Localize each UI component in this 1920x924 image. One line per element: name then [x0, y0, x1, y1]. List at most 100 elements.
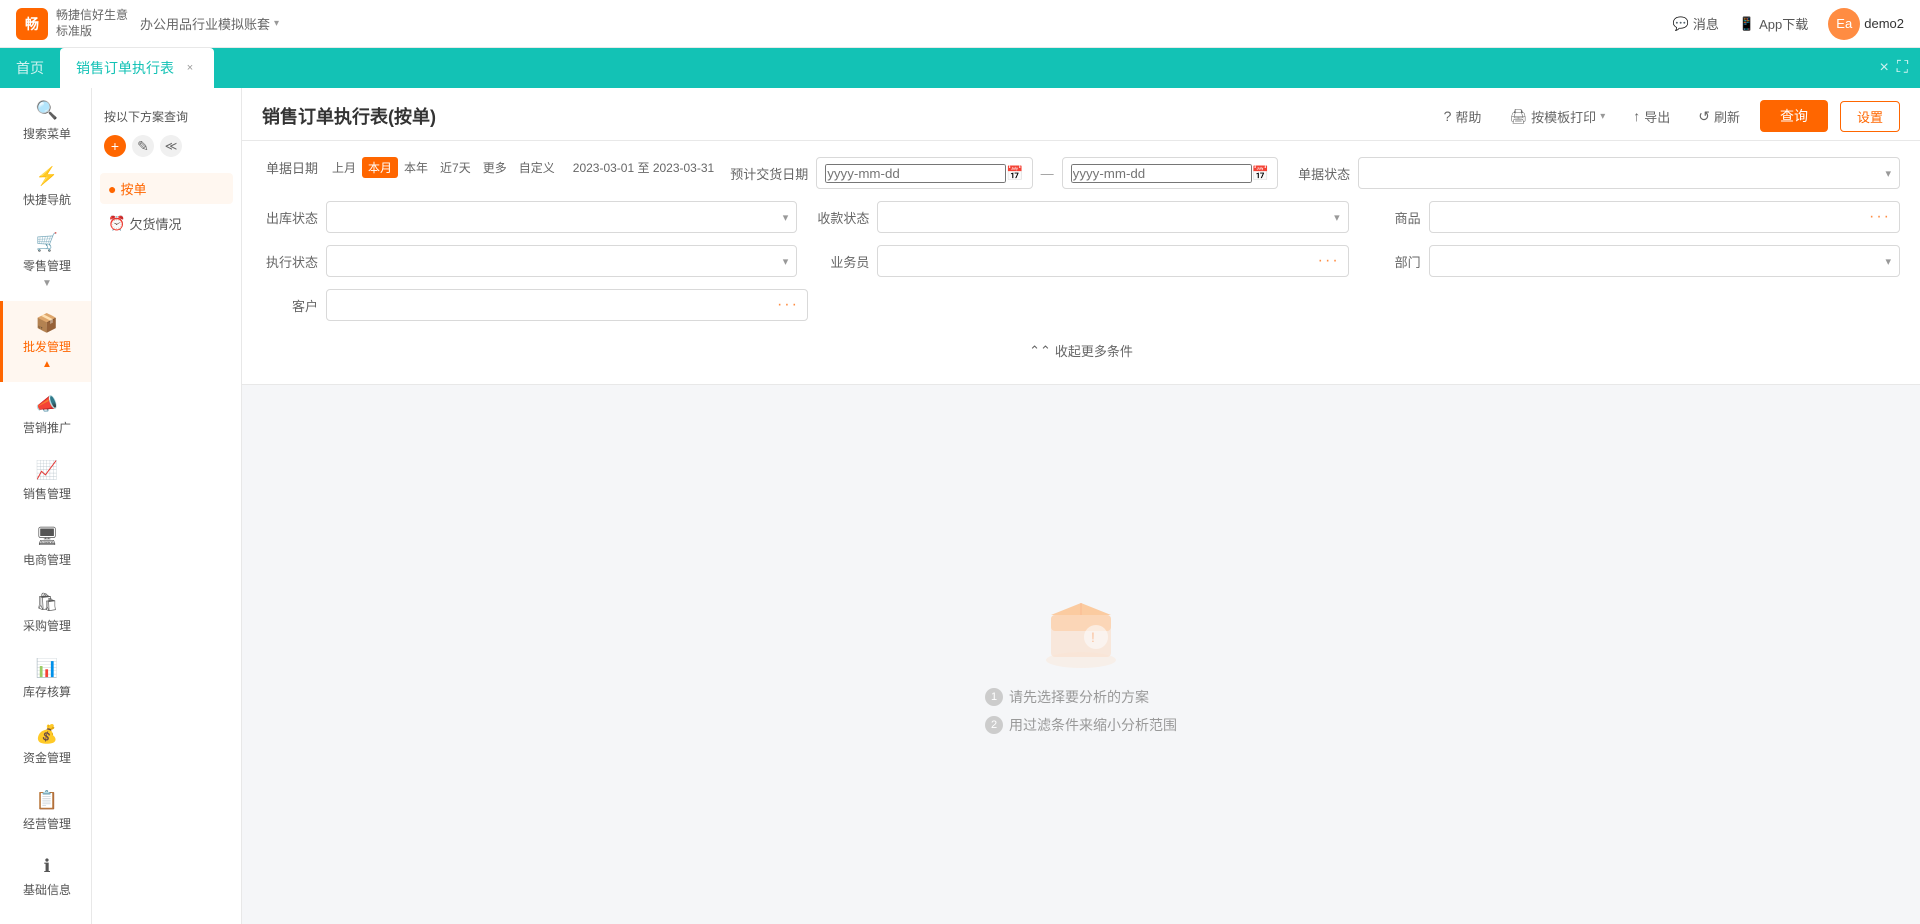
dept-label: 部门 [1365, 252, 1421, 271]
salesperson-more-icon[interactable]: ··· [1318, 252, 1340, 270]
exec-status-select[interactable]: ▾ [326, 245, 797, 277]
delivery-dropdown-icon: ▾ [783, 211, 789, 224]
help-icon: ? [1444, 108, 1452, 124]
debt-icon: ⏰ [108, 215, 125, 232]
estimated-date-start-input[interactable] [825, 164, 1006, 183]
customer-select[interactable]: ··· [326, 289, 808, 321]
tip-num-2: 2 [985, 716, 1003, 734]
collapse-scheme-button[interactable]: ≪ [160, 135, 182, 157]
exec-status-input[interactable] [335, 254, 783, 269]
filter-salesperson: 业务员 ··· [813, 245, 1348, 277]
tab-close-icon[interactable]: × [182, 60, 198, 76]
salesperson-select[interactable]: ··· [877, 245, 1348, 277]
add-scheme-button[interactable]: + [104, 135, 126, 157]
doc-status-input[interactable] [1367, 166, 1885, 181]
main-layout: 🔍 搜索菜单 ⚡ 快捷导航 🛒 零售管理 ▼ 📦 批发管理 ▲ 📣 营销推广 📈… [0, 88, 1920, 924]
sidebar-item-basic[interactable]: ℹ 基础信息 [0, 844, 91, 910]
sidebar-item-finance[interactable]: 💰 资金管理 [0, 712, 91, 778]
empty-tips: 1 请先选择要分析的方案 2 用过滤条件来缩小分析范围 [985, 687, 1177, 735]
sub-item-debt[interactable]: ⏰ 欠货情况 [100, 208, 233, 239]
filter-row-2: 出库状态 ▾ 收款状态 ▾ 商品 [262, 201, 1900, 233]
filter-dept: 部门 ▾ [1365, 245, 1900, 277]
filter-product: 商品 ··· [1365, 201, 1900, 233]
settings-button[interactable]: 设置 [1840, 101, 1900, 132]
period-custom[interactable]: 自定义 [513, 157, 561, 178]
period-more[interactable]: 更多 [477, 157, 513, 178]
tab-close-all-icon[interactable]: × [1879, 59, 1888, 77]
filter-area: 单据日期 上月 本月 本年 近7天 更多 自定义 2023-03-01 至 20… [242, 141, 1920, 385]
quick-nav-icon: ⚡ [36, 166, 58, 187]
export-button[interactable]: ↑ 导出 [1625, 103, 1678, 130]
sidebar-item-inventory[interactable]: 📊 库存核算 [0, 646, 91, 712]
message-icon: 💬 [1673, 16, 1689, 32]
template-print-button[interactable]: 🖨 按模板打印 ▾ [1501, 103, 1613, 130]
customer-more-icon[interactable]: ··· [777, 296, 799, 314]
dept-select[interactable]: ▾ [1429, 245, 1900, 277]
ecommerce-icon: 🖥 [36, 526, 59, 547]
filter-customer: 客户 ··· [262, 289, 808, 321]
period-this-year[interactable]: 本年 [398, 157, 434, 178]
user-profile[interactable]: Ea demo2 [1828, 8, 1904, 40]
tab-sales-order[interactable]: 销售订单执行表 × [60, 48, 214, 88]
logo-area: 畅 畅捷信好生意 标准版 [16, 8, 128, 40]
query-button[interactable]: 查询 [1760, 100, 1828, 132]
help-button[interactable]: ? 帮助 [1436, 103, 1490, 130]
header-right: 💬 消息 📱 App下载 Ea demo2 [1673, 8, 1904, 40]
estimated-date-end[interactable]: 📅 [1062, 157, 1278, 189]
app-download-button[interactable]: 📱 App下载 [1739, 14, 1808, 33]
delivery-status-input[interactable] [335, 210, 783, 225]
period-last-month[interactable]: 上月 [326, 157, 362, 178]
period-7days[interactable]: 近7天 [434, 157, 477, 178]
sidebar-item-purchase[interactable]: 🛍 采购管理 [0, 580, 91, 646]
estimated-date-start[interactable]: 📅 [816, 157, 1032, 189]
edit-scheme-button[interactable]: ✎ [132, 135, 154, 157]
page-title: 销售订单执行表(按单) [262, 103, 436, 129]
payment-dropdown-icon: ▾ [1334, 211, 1340, 224]
tab-home[interactable]: 首页 [0, 48, 60, 88]
doc-status-select[interactable]: ▾ [1358, 157, 1900, 189]
sub-item-order[interactable]: ● 按单 [100, 173, 233, 204]
sidebar-item-search[interactable]: 🔍 搜索菜单 [0, 88, 91, 154]
empty-illustration: ! [1031, 575, 1131, 675]
sidebar-item-wholesale[interactable]: 📦 批发管理 ▲ [0, 301, 91, 382]
doc-status-label: 单据状态 [1294, 164, 1350, 183]
payment-status-input[interactable] [886, 210, 1334, 225]
wholesale-icon: 📦 [36, 313, 58, 334]
product-select[interactable]: ··· [1429, 201, 1900, 233]
product-input[interactable] [1438, 210, 1869, 225]
sidebar-item-sales[interactable]: 📈 销售管理 [0, 448, 91, 514]
tip-num-1: 1 [985, 688, 1003, 706]
page-actions: ? 帮助 🖨 按模板打印 ▾ ↑ 导出 ↺ 刷新 查询 设置 [1436, 100, 1900, 132]
logo-icon: 畅 [16, 8, 48, 40]
sub-sidebar-label: 按以下方案查询 + ✎ ≪ [92, 100, 241, 173]
sidebar-item-marketing[interactable]: 📣 营销推广 [0, 382, 91, 448]
product-more-icon[interactable]: ··· [1869, 208, 1891, 226]
delivery-status-label: 出库状态 [262, 208, 318, 227]
payment-status-select[interactable]: ▾ [877, 201, 1348, 233]
filter-estimated-date: 预计交货日期 📅 — 📅 [730, 157, 1278, 189]
period-this-month[interactable]: 本月 [362, 157, 398, 178]
tab-expand-icon[interactable]: ⛶ [1897, 59, 1908, 77]
refresh-button[interactable]: ↺ 刷新 [1690, 103, 1748, 130]
refresh-icon: ↺ [1698, 108, 1710, 125]
sidebar-item-system[interactable]: ⚙ 系统管理 [0, 910, 91, 924]
date-period-row: 上月 本月 本年 近7天 更多 自定义 [326, 157, 561, 178]
breadcrumb-dropdown-icon[interactable]: ▾ [274, 18, 279, 29]
sidebar-item-ecommerce[interactable]: 🖥 电商管理 [0, 514, 91, 580]
sidebar-item-operation[interactable]: 📋 经营管理 [0, 778, 91, 844]
dept-input[interactable] [1438, 254, 1886, 269]
finance-icon: 💰 [36, 724, 58, 745]
sidebar-item-quick-nav[interactable]: ⚡ 快捷导航 [0, 154, 91, 220]
filter-row-1: 单据日期 上月 本月 本年 近7天 更多 自定义 2023-03-01 至 20… [262, 157, 1900, 189]
top-header: 畅 畅捷信好生意 标准版 办公用品行业模拟账套 ▾ 💬 消息 📱 App下载 E… [0, 0, 1920, 48]
sidebar-item-retail[interactable]: 🛒 零售管理 ▼ [0, 220, 91, 301]
svg-text:!: ! [1091, 629, 1095, 645]
estimated-date-end-input[interactable] [1071, 164, 1252, 183]
delivery-status-select[interactable]: ▾ [326, 201, 797, 233]
customer-input[interactable] [335, 298, 777, 313]
message-button[interactable]: 💬 消息 [1673, 14, 1719, 33]
product-label: 商品 [1365, 208, 1421, 227]
sidebar: 🔍 搜索菜单 ⚡ 快捷导航 🛒 零售管理 ▼ 📦 批发管理 ▲ 📣 营销推广 📈… [0, 88, 92, 924]
collapse-more-button[interactable]: ⌃⌃ 收起更多条件 [262, 333, 1900, 368]
salesperson-input[interactable] [886, 254, 1317, 269]
